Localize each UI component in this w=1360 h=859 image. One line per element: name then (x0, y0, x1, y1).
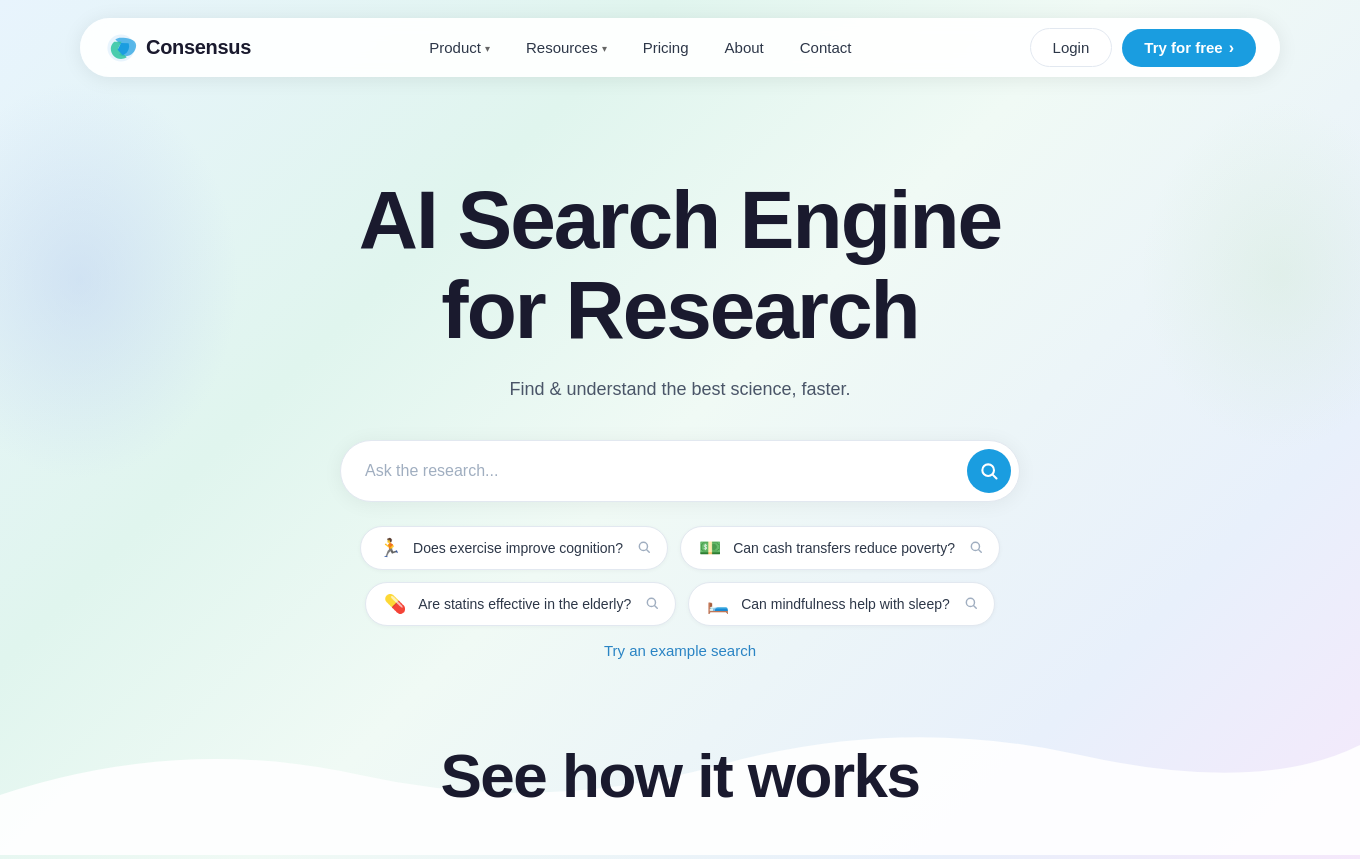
nav-product-label: Product (429, 39, 481, 56)
search-bar (340, 440, 1020, 502)
queries-row-1: 🏃 Does exercise improve cognition? 💵 Can… (360, 526, 1000, 570)
cash-query-text: Can cash transfers reduce poverty? (733, 540, 955, 556)
nav-about[interactable]: About (711, 31, 778, 64)
mindfulness-search-icon (964, 596, 978, 613)
search-button[interactable] (967, 449, 1011, 493)
nav-contact-label: Contact (800, 39, 852, 56)
nav-resources[interactable]: Resources ▾ (512, 31, 621, 64)
bottom-section: See how it works (0, 720, 1360, 811)
nav-product[interactable]: Product ▾ (415, 31, 504, 64)
svg-line-3 (647, 550, 650, 553)
exercise-query-text: Does exercise improve cognition? (413, 540, 623, 556)
svg-line-5 (979, 550, 982, 553)
nav-pricing[interactable]: Pricing (629, 31, 703, 64)
nav-resources-label: Resources (526, 39, 598, 56)
try-example-link[interactable]: Try an example search (604, 642, 756, 659)
logo-text: Consensus (146, 36, 251, 59)
statins-query-text: Are statins effective in the elderly? (418, 596, 631, 612)
svg-line-9 (973, 606, 976, 609)
hero-section: AI Search Engine for Research Find & und… (0, 95, 1360, 720)
try-free-button[interactable]: Try for free › (1122, 29, 1256, 67)
query-chip-cash[interactable]: 💵 Can cash transfers reduce poverty? (680, 526, 1000, 570)
page-wrapper: Consensus Product ▾ Resources ▾ Pricing … (0, 0, 1360, 859)
exercise-search-icon (637, 540, 651, 557)
statins-emoji: 💊 (382, 593, 408, 615)
navbar-actions: Login Try for free › (1030, 28, 1256, 67)
query-chip-statins[interactable]: 💊 Are statins effective in the elderly? (365, 582, 676, 626)
mindfulness-query-text: Can mindfulness help with sleep? (741, 596, 950, 612)
example-queries: 🏃 Does exercise improve cognition? 💵 Can… (20, 526, 1340, 626)
login-button[interactable]: Login (1030, 28, 1113, 67)
hero-title-line1: AI Search Engine (359, 174, 1001, 265)
svg-line-1 (993, 475, 997, 479)
product-chevron-icon: ▾ (485, 43, 490, 54)
try-free-label: Try for free (1144, 39, 1222, 56)
hero-subtitle: Find & understand the best science, fast… (20, 379, 1340, 400)
logo-icon (104, 31, 138, 65)
cash-search-icon (969, 540, 983, 557)
statins-search-icon (645, 596, 659, 613)
queries-row-2: 💊 Are statins effective in the elderly? … (365, 582, 995, 626)
bottom-title: See how it works (0, 740, 1360, 811)
nav-pricing-label: Pricing (643, 39, 689, 56)
search-icon (979, 461, 999, 481)
navbar-nav: Product ▾ Resources ▾ Pricing About Cont… (415, 31, 865, 64)
query-chip-exercise[interactable]: 🏃 Does exercise improve cognition? (360, 526, 668, 570)
search-input[interactable] (365, 462, 967, 480)
nav-contact[interactable]: Contact (786, 31, 866, 64)
logo-link[interactable]: Consensus (104, 31, 251, 65)
exercise-emoji: 🏃 (377, 537, 403, 559)
try-free-arrow-icon: › (1229, 39, 1234, 57)
query-chip-mindfulness[interactable]: 🛏️ Can mindfulness help with sleep? (688, 582, 995, 626)
cash-emoji: 💵 (697, 537, 723, 559)
navbar: Consensus Product ▾ Resources ▾ Pricing … (80, 18, 1280, 77)
svg-line-7 (655, 606, 658, 609)
hero-title-line2: for Research (441, 264, 918, 355)
resources-chevron-icon: ▾ (602, 43, 607, 54)
mindfulness-emoji: 🛏️ (705, 593, 731, 615)
hero-title: AI Search Engine for Research (20, 175, 1340, 355)
nav-about-label: About (725, 39, 764, 56)
search-container (20, 440, 1340, 502)
